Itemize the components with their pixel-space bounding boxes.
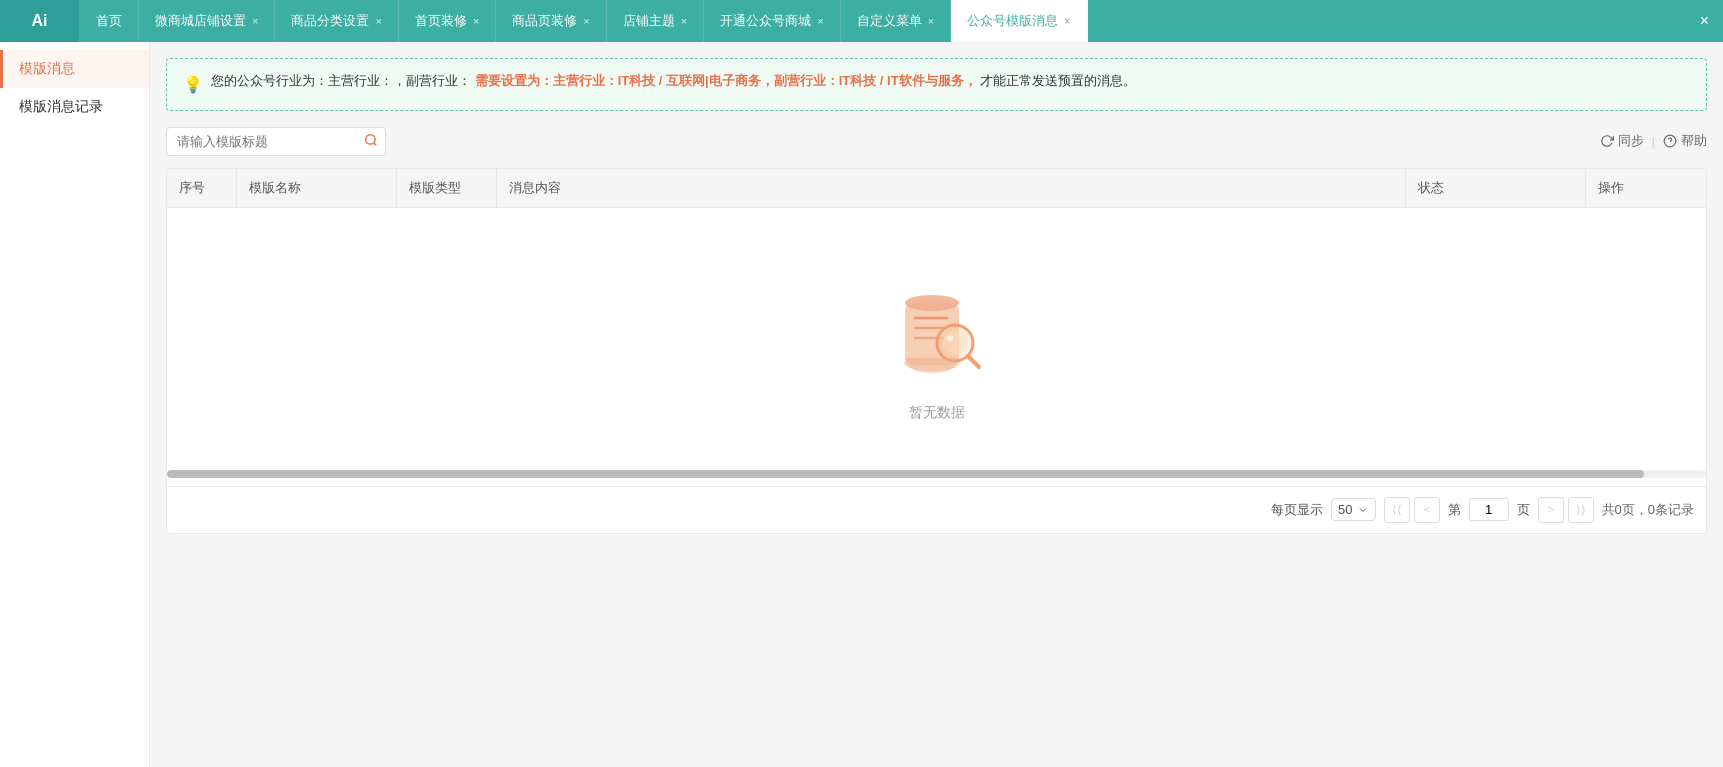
lightbulb-icon: 💡 — [183, 72, 203, 98]
first-page-button[interactable]: ⟨⟨ — [1384, 497, 1410, 523]
svg-line-1 — [374, 142, 377, 145]
col-type: 模版类型 — [397, 169, 497, 207]
horizontal-scrollbar[interactable] — [167, 470, 1706, 478]
content-area: 💡 您的公众号行业为：主营行业：，副营行业： 需要设置为：主营行业：IT科技 /… — [150, 42, 1723, 767]
app-logo[interactable]: Ai — [0, 0, 80, 42]
tab-custom-menu[interactable]: 自定义菜单 × — [841, 0, 951, 42]
close-icon[interactable]: × — [1064, 16, 1070, 27]
main-layout: 模版消息 模版消息记录 💡 您的公众号行业为：主营行业：，副营行业： 需要设置为… — [0, 42, 1723, 767]
close-icon[interactable]: × — [583, 16, 589, 27]
search-input[interactable] — [166, 127, 386, 156]
page-unit: 页 — [1517, 501, 1530, 519]
close-icon[interactable]: × — [817, 16, 823, 27]
pagination: 每页显示 50 ⟨⟨ ＜ 第 页 ＞ ⟩⟩ 共0页，0条记录 — [167, 486, 1706, 533]
tab-template-msg[interactable]: 公众号模版消息 × — [951, 0, 1087, 42]
svg-point-0 — [366, 134, 375, 143]
sync-button[interactable]: 同步 — [1600, 132, 1644, 150]
tab-bar: Ai 首页 微商城店铺设置 × 商品分类设置 × 首页装修 × 商品页装修 × … — [0, 0, 1723, 42]
page-label: 第 — [1448, 501, 1461, 519]
col-action: 操作 — [1586, 169, 1706, 207]
scrollbar-thumb[interactable] — [167, 470, 1644, 478]
total-records: 共0页，0条记录 — [1602, 501, 1694, 519]
search-button[interactable] — [364, 133, 378, 150]
table-header: 序号 模版名称 模版类型 消息内容 状态 操作 — [167, 169, 1706, 208]
tab-open-shop[interactable]: 开通公众号商城 × — [704, 0, 840, 42]
empty-state: 暂无数据 — [167, 208, 1706, 462]
notice-box: 💡 您的公众号行业为：主营行业：，副营行业： 需要设置为：主营行业：IT科技 /… — [166, 58, 1707, 111]
col-seq: 序号 — [167, 169, 237, 207]
close-icon[interactable]: × — [473, 16, 479, 27]
page-size-selector[interactable]: 50 — [1331, 498, 1375, 521]
col-name: 模版名称 — [237, 169, 397, 207]
search-left — [166, 127, 386, 156]
svg-point-13 — [947, 335, 953, 341]
svg-line-12 — [968, 356, 979, 367]
sidebar-item-template-msg[interactable]: 模版消息 — [0, 50, 149, 88]
help-button[interactable]: 帮助 — [1663, 132, 1707, 150]
col-status: 状态 — [1406, 169, 1586, 207]
search-bar: 同步 | 帮助 — [166, 127, 1707, 156]
divider: | — [1652, 134, 1655, 149]
prev-page-button[interactable]: ＜ — [1414, 497, 1440, 523]
data-table: 序号 模版名称 模版类型 消息内容 状态 操作 — [166, 168, 1707, 534]
sidebar-item-template-msg-record[interactable]: 模版消息记录 — [0, 88, 149, 126]
tab-micro-shop[interactable]: 微商城店铺设置 × — [139, 0, 275, 42]
pagination-nav: ⟨⟨ ＜ 第 页 ＞ ⟩⟩ — [1384, 497, 1594, 523]
col-content: 消息内容 — [497, 169, 1406, 207]
tab-shop-theme[interactable]: 店铺主题 × — [607, 0, 704, 42]
sidebar: 模版消息 模版消息记录 — [0, 42, 150, 767]
page-size-label: 每页显示 — [1271, 501, 1323, 519]
tab-home[interactable]: 首页 — [80, 0, 139, 42]
close-icon[interactable]: × — [681, 16, 687, 27]
last-page-button[interactable]: ⟩⟩ — [1568, 497, 1594, 523]
svg-point-6 — [905, 295, 959, 311]
empty-illustration — [877, 268, 997, 388]
page-number-input[interactable] — [1469, 498, 1509, 521]
global-close-button[interactable]: × — [1686, 12, 1723, 30]
close-icon[interactable]: × — [928, 16, 934, 27]
close-icon[interactable]: × — [252, 16, 258, 27]
close-icon[interactable]: × — [375, 16, 381, 27]
search-input-wrap — [166, 127, 386, 156]
next-page-button[interactable]: ＞ — [1538, 497, 1564, 523]
search-right: 同步 | 帮助 — [1600, 132, 1707, 150]
svg-point-11 — [943, 331, 967, 355]
tab-product-decor[interactable]: 商品页装修 × — [496, 0, 606, 42]
tab-homepage-decor[interactable]: 首页装修 × — [399, 0, 496, 42]
tab-product-category[interactable]: 商品分类设置 × — [275, 0, 398, 42]
empty-text: 暂无数据 — [909, 404, 965, 422]
